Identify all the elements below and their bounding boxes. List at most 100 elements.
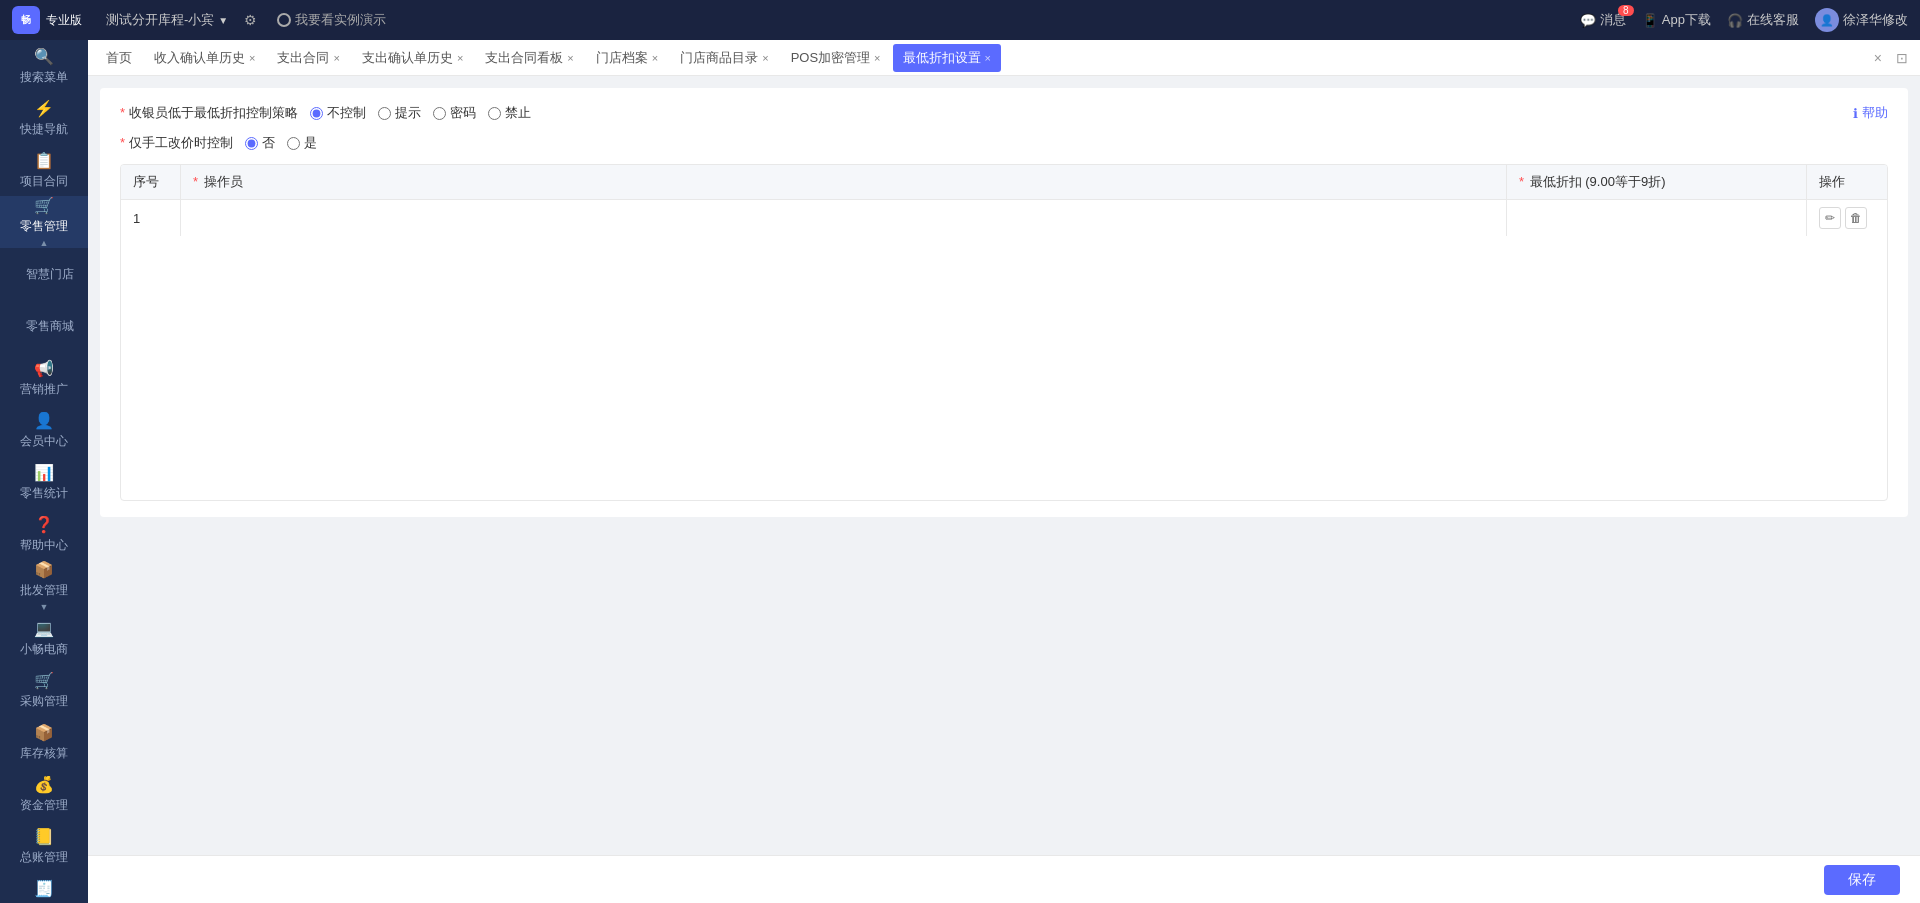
help-icon: ℹ [1853, 106, 1858, 121]
topbar: 畅 专业版 测试分开库程-小宾 ▼ ⚙ 我要看实例演示 💬 消息 8 📱 App… [0, 0, 1920, 40]
sidebar-label-retail-stat: 零售统计 [20, 485, 68, 502]
tab-store-catalog-label: 门店商品目录 [680, 49, 758, 67]
manual-control-label: * 仅手工改价时控制 [120, 134, 233, 152]
save-button[interactable]: 保存 [1824, 865, 1900, 895]
app-download-label: App下载 [1662, 11, 1711, 29]
app-download-icon: 📱 [1642, 13, 1658, 28]
sidebar-item-wholesale[interactable]: 📦 批发管理 ▼ [0, 560, 88, 612]
tab-payment-board-close[interactable]: × [567, 52, 573, 64]
tab-store-file[interactable]: 门店档案 × [586, 44, 668, 72]
cell-min-discount[interactable] [1507, 200, 1807, 236]
tab-bar: 首页 收入确认单历史 × 支出合同 × 支出确认单历史 × 支出合同看板 × 门… [88, 40, 1920, 76]
col-min-discount: * 最低折扣 (9.00等于9折) [1507, 165, 1807, 199]
online-service-button[interactable]: 🎧 在线客服 [1727, 11, 1799, 29]
delete-row-button[interactable]: 🗑 [1845, 207, 1867, 229]
sidebar-item-shortcut[interactable]: ⚡ 快捷导航 [0, 92, 88, 144]
radio-prompt-label: 提示 [395, 104, 421, 122]
user-menu[interactable]: 👤 徐泽华修改 [1815, 8, 1908, 32]
tab-income-history-label: 收入确认单历史 [154, 49, 245, 67]
ecommerce-icon: 💻 [34, 619, 54, 638]
radio-manual-yes[interactable]: 是 [287, 134, 317, 152]
sidebar-item-project[interactable]: 📋 项目合同 [0, 144, 88, 196]
sidebar-item-search[interactable]: 🔍 搜索菜单 [0, 40, 88, 92]
radio-forbid-input[interactable] [488, 107, 501, 120]
tab-pos-password-label: POS加密管理 [791, 49, 870, 67]
tab-income-history-close[interactable]: × [249, 52, 255, 64]
wholesale-icon: 📦 [34, 560, 54, 579]
tab-min-discount[interactable]: 最低折扣设置 × [893, 44, 1001, 72]
topbar-left: 畅 专业版 测试分开库程-小宾 ▼ ⚙ 我要看实例演示 [12, 6, 386, 34]
sidebar-item-purchase[interactable]: 🛒 采购管理 [0, 664, 88, 716]
tab-payment-contract-close[interactable]: × [333, 52, 339, 64]
sidebar-item-smart-store[interactable]: 智慧门店 [0, 248, 88, 300]
radio-no-control[interactable]: 不控制 [310, 104, 366, 122]
demo-text: 我要看实例演示 [295, 11, 386, 29]
demo-link[interactable]: 我要看实例演示 [277, 11, 386, 29]
tab-maximize-button[interactable]: ⊡ [1892, 48, 1912, 68]
message-button[interactable]: 💬 消息 8 [1580, 11, 1626, 29]
tab-close-button[interactable]: × [1870, 48, 1886, 68]
app-logo: 畅 专业版 [12, 6, 82, 34]
tab-payment-board[interactable]: 支出合同看板 × [475, 44, 583, 72]
manual-control-radio-group: 否 是 [245, 134, 317, 152]
edit-row-button[interactable]: ✏ [1819, 207, 1841, 229]
tab-store-catalog[interactable]: 门店商品目录 × [670, 44, 778, 72]
sidebar-label-project: 项目合同 [20, 173, 68, 190]
sidebar-item-inventory[interactable]: 📦 库存核算 [0, 716, 88, 768]
marketing-icon: 📢 [34, 359, 54, 378]
radio-manual-no[interactable]: 否 [245, 134, 275, 152]
capital-icon: 💰 [34, 775, 54, 794]
logo-icon: 畅 [12, 6, 40, 34]
invoice-icon: 🧾 [34, 879, 54, 898]
topbar-gear-icon[interactable]: ⚙ [244, 12, 257, 28]
tab-pos-password-close[interactable]: × [874, 52, 880, 64]
sidebar-item-retail[interactable]: 🛒 零售管理 ▲ [0, 196, 88, 248]
shortcut-icon: ⚡ [34, 99, 54, 118]
sidebar-item-ledger[interactable]: 📒 总账管理 [0, 820, 88, 872]
tab-payment-history-close[interactable]: × [457, 52, 463, 64]
tab-payment-contract[interactable]: 支出合同 × [267, 44, 349, 72]
tab-store-catalog-close[interactable]: × [762, 52, 768, 64]
radio-no-control-input[interactable] [310, 107, 323, 120]
col-operator: * 操作员 [181, 165, 1507, 199]
radio-manual-yes-input[interactable] [287, 137, 300, 150]
tab-min-discount-close[interactable]: × [985, 52, 991, 64]
tab-home[interactable]: 首页 [96, 44, 142, 72]
sidebar-label-retail: 零售管理 [20, 218, 68, 235]
cashier-control-row: * 收银员低于最低折扣控制策略 不控制 提示 [120, 104, 1888, 122]
tab-store-file-close[interactable]: × [652, 52, 658, 64]
sidebar-item-capital[interactable]: 💰 资金管理 [0, 768, 88, 820]
cell-operator[interactable] [181, 200, 1507, 236]
help-icon: ❓ [34, 515, 54, 534]
tab-pos-password[interactable]: POS加密管理 × [781, 44, 891, 72]
radio-prompt[interactable]: 提示 [378, 104, 421, 122]
sidebar-item-invoice[interactable]: 🧾 发票管理 [0, 872, 88, 903]
sidebar-item-marketing[interactable]: 📢 营销推广 [0, 352, 88, 404]
radio-prompt-input[interactable] [378, 107, 391, 120]
form-card: * 收银员低于最低折扣控制策略 不控制 提示 [100, 88, 1908, 517]
radio-manual-no-input[interactable] [245, 137, 258, 150]
sidebar-item-ecommerce[interactable]: 💻 小畅电商 [0, 612, 88, 664]
app-download-button[interactable]: 📱 App下载 [1642, 11, 1711, 29]
radio-forbid-label: 禁止 [505, 104, 531, 122]
help-button[interactable]: ℹ 帮助 [1853, 104, 1888, 122]
radio-password-input[interactable] [433, 107, 446, 120]
help-label: 帮助 [1862, 104, 1888, 122]
cell-index: 1 [121, 200, 181, 236]
online-service-icon: 🎧 [1727, 13, 1743, 28]
sidebar-item-help[interactable]: ❓ 帮助中心 [0, 508, 88, 560]
sidebar-item-member[interactable]: 👤 会员中心 [0, 404, 88, 456]
sidebar-label-help: 帮助中心 [20, 537, 68, 554]
radio-forbid[interactable]: 禁止 [488, 104, 531, 122]
tab-payment-history[interactable]: 支出确认单历史 × [352, 44, 473, 72]
sidebar-item-retail-stat[interactable]: 📊 零售统计 [0, 456, 88, 508]
project-name: 测试分开库程-小宾 [106, 11, 214, 29]
project-selector[interactable]: 测试分开库程-小宾 ▼ [106, 11, 228, 29]
sidebar-label-purchase: 采购管理 [20, 693, 68, 710]
tab-home-label: 首页 [106, 49, 132, 67]
retail-icon: 🛒 [34, 196, 54, 215]
tab-income-history[interactable]: 收入确认单历史 × [144, 44, 265, 72]
radio-password[interactable]: 密码 [433, 104, 476, 122]
sidebar-item-retail-mall[interactable]: 零售商城 [0, 300, 88, 352]
sidebar-label-wholesale: 批发管理 [20, 582, 68, 599]
